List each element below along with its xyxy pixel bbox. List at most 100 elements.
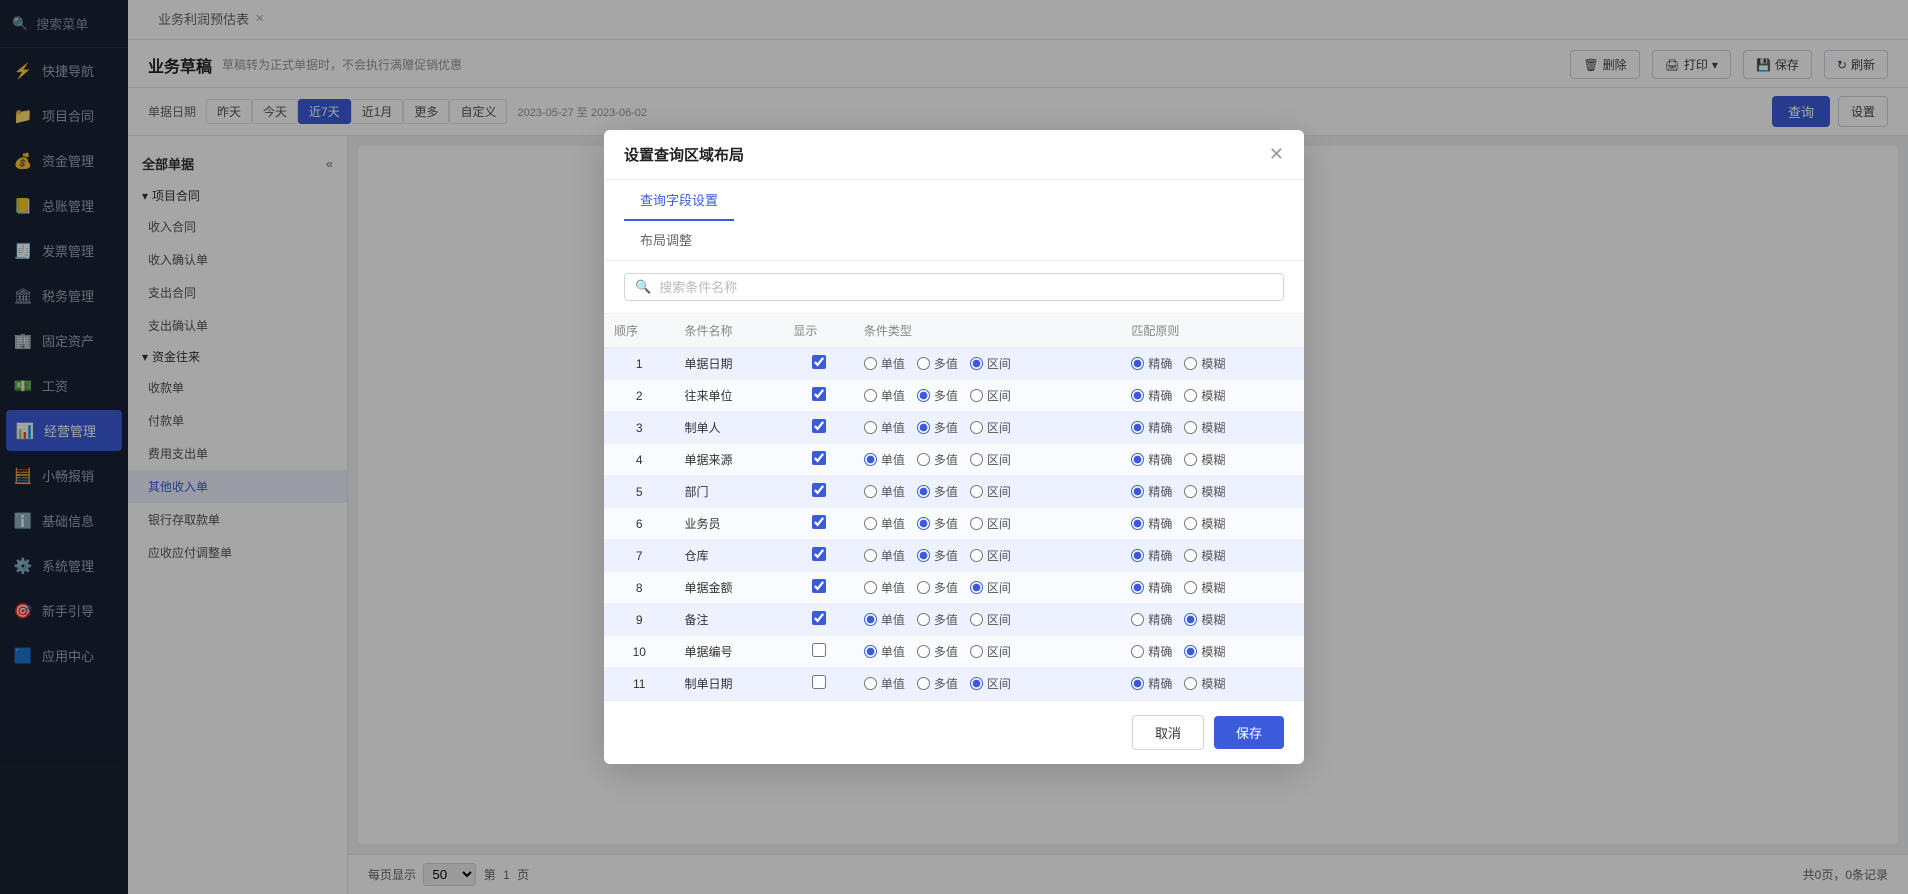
radio-type-单值[interactable]: 单值 <box>864 547 905 564</box>
radio-input-单值[interactable] <box>864 645 877 658</box>
radio-match-精确[interactable]: 精确 <box>1131 387 1172 404</box>
radio-type-区间[interactable]: 区间 <box>970 419 1011 436</box>
radio-match-模糊[interactable]: 模糊 <box>1184 579 1225 596</box>
display-checkbox[interactable] <box>812 643 826 657</box>
modal-tab-field-settings[interactable]: 查询字段设置 <box>624 180 734 221</box>
radio-input-多值[interactable] <box>917 581 930 594</box>
radio-type-区间[interactable]: 区间 <box>970 643 1011 660</box>
display-checkbox[interactable] <box>812 419 826 433</box>
radio-match-精确[interactable]: 精确 <box>1131 579 1172 596</box>
radio-type-单值[interactable]: 单值 <box>864 355 905 372</box>
radio-match-input-精确[interactable] <box>1131 517 1144 530</box>
radio-match-input-精确[interactable] <box>1131 613 1144 626</box>
radio-match-精确[interactable]: 精确 <box>1131 355 1172 372</box>
radio-input-多值[interactable] <box>917 549 930 562</box>
radio-match-模糊[interactable]: 模糊 <box>1184 387 1225 404</box>
radio-input-多值[interactable] <box>917 357 930 370</box>
display-checkbox[interactable] <box>812 387 826 401</box>
radio-match-input-精确[interactable] <box>1131 485 1144 498</box>
radio-input-区间[interactable] <box>970 389 983 402</box>
display-checkbox[interactable] <box>812 451 826 465</box>
modal-tab-layout-adjust[interactable]: 布局调整 <box>624 220 734 261</box>
radio-type-单值[interactable]: 单值 <box>864 611 905 628</box>
radio-input-单值[interactable] <box>864 517 877 530</box>
radio-match-input-模糊[interactable] <box>1184 453 1197 466</box>
radio-match-input-精确[interactable] <box>1131 357 1144 370</box>
radio-match-精确[interactable]: 精确 <box>1131 483 1172 500</box>
radio-input-多值[interactable] <box>917 517 930 530</box>
radio-type-区间[interactable]: 区间 <box>970 355 1011 372</box>
radio-match-模糊[interactable]: 模糊 <box>1184 451 1225 468</box>
radio-input-单值[interactable] <box>864 549 877 562</box>
radio-match-模糊[interactable]: 模糊 <box>1184 419 1225 436</box>
radio-type-区间[interactable]: 区间 <box>970 387 1011 404</box>
radio-input-多值[interactable] <box>917 389 930 402</box>
radio-type-区间[interactable]: 区间 <box>970 451 1011 468</box>
radio-input-多值[interactable] <box>917 421 930 434</box>
modal-search-input[interactable] <box>659 280 1273 295</box>
radio-match-模糊[interactable]: 模糊 <box>1184 515 1225 532</box>
radio-type-多值[interactable]: 多值 <box>917 451 958 468</box>
radio-match-input-模糊[interactable] <box>1184 357 1197 370</box>
radio-type-区间[interactable]: 区间 <box>970 515 1011 532</box>
radio-match-精确[interactable]: 精确 <box>1131 515 1172 532</box>
radio-match-input-精确[interactable] <box>1131 453 1144 466</box>
radio-input-多值[interactable] <box>917 613 930 626</box>
radio-match-精确[interactable]: 精确 <box>1131 643 1172 660</box>
radio-match-模糊[interactable]: 模糊 <box>1184 643 1225 660</box>
radio-input-多值[interactable] <box>917 645 930 658</box>
radio-match-input-精确[interactable] <box>1131 389 1144 402</box>
radio-match-input-精确[interactable] <box>1131 677 1144 690</box>
radio-match-input-模糊[interactable] <box>1184 645 1197 658</box>
display-checkbox[interactable] <box>812 355 826 369</box>
radio-type-单值[interactable]: 单值 <box>864 675 905 692</box>
radio-input-多值[interactable] <box>917 677 930 690</box>
radio-input-区间[interactable] <box>970 421 983 434</box>
radio-input-区间[interactable] <box>970 357 983 370</box>
radio-input-单值[interactable] <box>864 485 877 498</box>
radio-input-区间[interactable] <box>970 485 983 498</box>
radio-input-区间[interactable] <box>970 549 983 562</box>
radio-type-单值[interactable]: 单值 <box>864 387 905 404</box>
radio-input-区间[interactable] <box>970 581 983 594</box>
radio-match-模糊[interactable]: 模糊 <box>1184 355 1225 372</box>
radio-match-模糊[interactable]: 模糊 <box>1184 611 1225 628</box>
radio-type-多值[interactable]: 多值 <box>917 419 958 436</box>
radio-input-区间[interactable] <box>970 453 983 466</box>
radio-type-多值[interactable]: 多值 <box>917 643 958 660</box>
radio-type-单值[interactable]: 单值 <box>864 483 905 500</box>
modal-save-button[interactable]: 保存 <box>1214 716 1284 749</box>
radio-type-多值[interactable]: 多值 <box>917 579 958 596</box>
radio-match-input-模糊[interactable] <box>1184 613 1197 626</box>
display-checkbox[interactable] <box>812 547 826 561</box>
radio-match-精确[interactable]: 精确 <box>1131 419 1172 436</box>
display-checkbox[interactable] <box>812 675 826 689</box>
radio-match-精确[interactable]: 精确 <box>1131 547 1172 564</box>
radio-type-区间[interactable]: 区间 <box>970 547 1011 564</box>
radio-type-多值[interactable]: 多值 <box>917 483 958 500</box>
radio-match-input-精确[interactable] <box>1131 549 1144 562</box>
radio-match-input-模糊[interactable] <box>1184 517 1197 530</box>
radio-match-input-模糊[interactable] <box>1184 581 1197 594</box>
radio-match-input-模糊[interactable] <box>1184 677 1197 690</box>
radio-input-区间[interactable] <box>970 613 983 626</box>
radio-input-单值[interactable] <box>864 613 877 626</box>
cancel-button[interactable]: 取消 <box>1132 715 1204 750</box>
radio-input-单值[interactable] <box>864 677 877 690</box>
radio-input-多值[interactable] <box>917 485 930 498</box>
radio-match-模糊[interactable]: 模糊 <box>1184 483 1225 500</box>
radio-type-单值[interactable]: 单值 <box>864 419 905 436</box>
radio-type-区间[interactable]: 区间 <box>970 611 1011 628</box>
radio-input-单值[interactable] <box>864 453 877 466</box>
radio-match-精确[interactable]: 精确 <box>1131 451 1172 468</box>
radio-match-input-模糊[interactable] <box>1184 549 1197 562</box>
radio-type-单值[interactable]: 单值 <box>864 643 905 660</box>
radio-input-区间[interactable] <box>970 645 983 658</box>
radio-type-区间[interactable]: 区间 <box>970 579 1011 596</box>
radio-match-模糊[interactable]: 模糊 <box>1184 547 1225 564</box>
radio-input-区间[interactable] <box>970 517 983 530</box>
radio-input-单值[interactable] <box>864 421 877 434</box>
modal-close-button[interactable]: ✕ <box>1269 144 1284 165</box>
radio-input-多值[interactable] <box>917 453 930 466</box>
radio-input-单值[interactable] <box>864 581 877 594</box>
